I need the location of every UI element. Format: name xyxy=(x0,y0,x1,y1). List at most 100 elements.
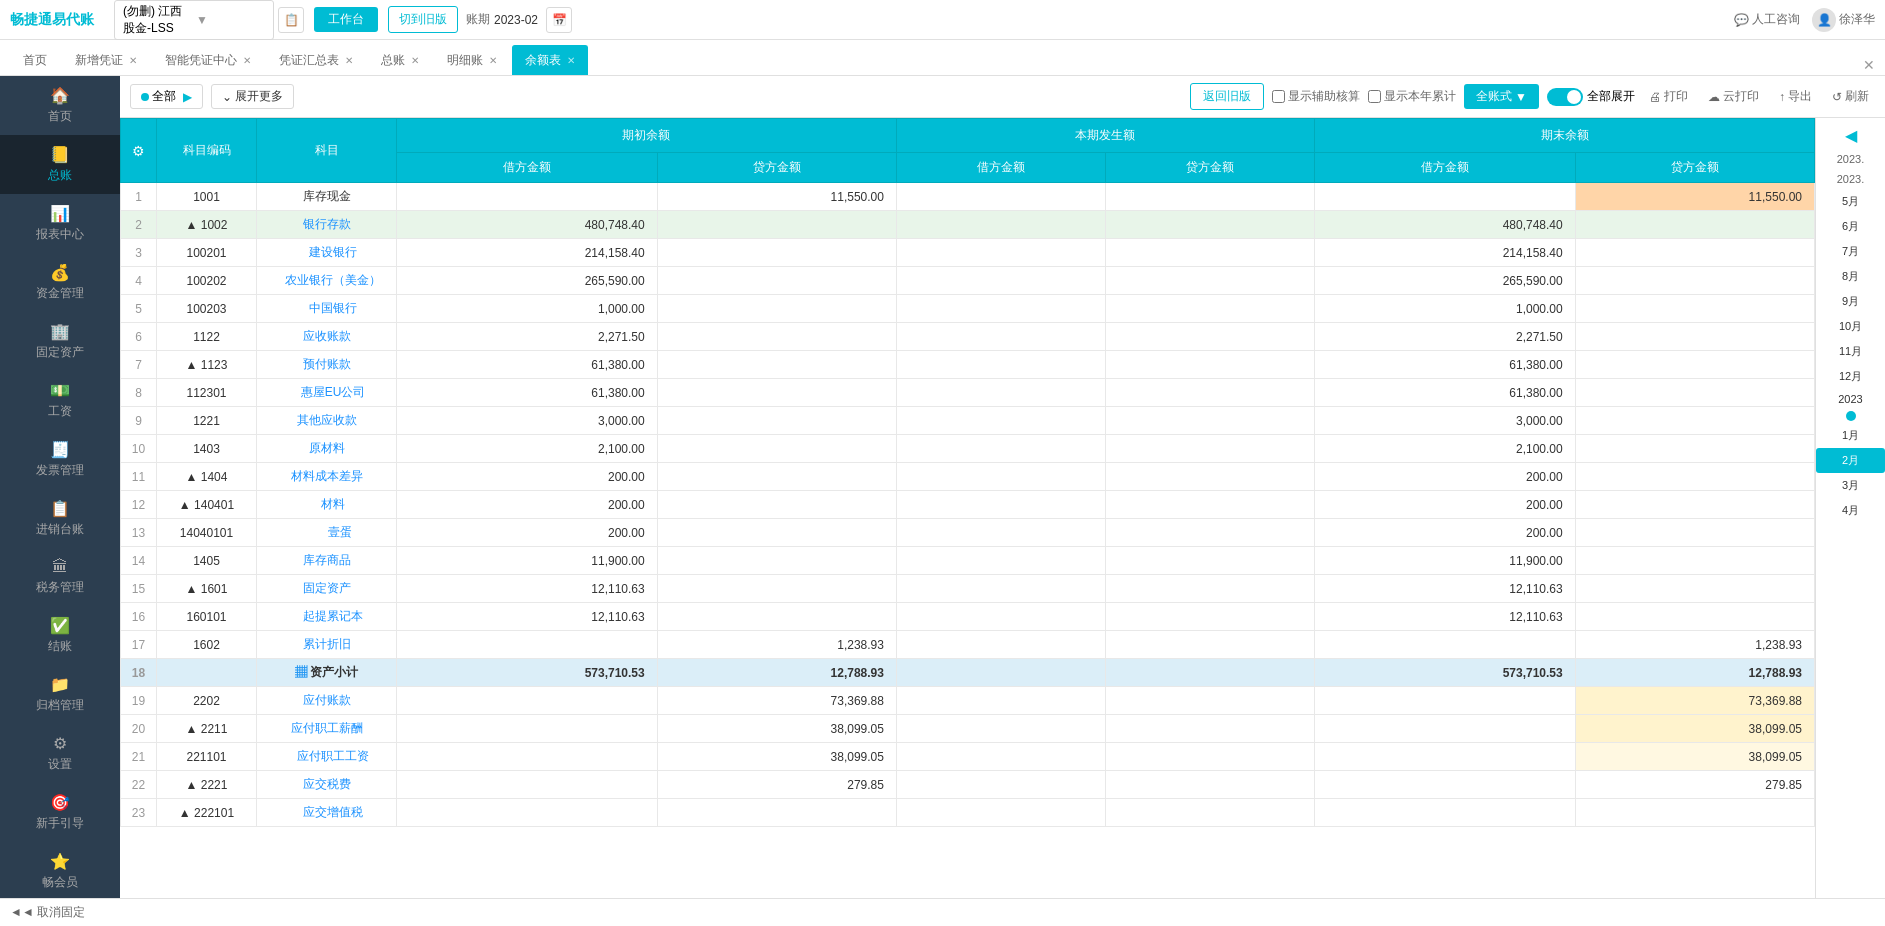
company-icon-btn[interactable]: 📋 xyxy=(278,7,304,33)
print-button[interactable]: 🖨 打印 xyxy=(1643,85,1694,108)
consult-btn[interactable]: 💬 人工咨询 xyxy=(1734,11,1800,28)
user-area[interactable]: 👤 徐泽华 xyxy=(1812,8,1875,32)
end-debit-cell: 200.00 xyxy=(1315,519,1576,547)
account-name[interactable]: 其他应收款 xyxy=(257,407,397,435)
account-name[interactable]: 应收账款 xyxy=(257,323,397,351)
begin-debit-cell: 2,100.00 xyxy=(397,435,658,463)
expand-toggle[interactable]: 全部展开 xyxy=(1547,88,1635,106)
toggle-switch-bg[interactable] xyxy=(1547,88,1583,106)
account-code: ▲ 1404 xyxy=(157,463,257,491)
account-name[interactable]: 壹蛋 xyxy=(257,519,397,547)
table-row: 192202应付账款73,369.8873,369.88 xyxy=(121,687,1815,715)
right-panel-month-2-active[interactable]: 2月 xyxy=(1816,448,1885,473)
company-selector[interactable]: (勿删) 江西股金-LSS ▼ xyxy=(114,0,274,40)
sidebar-item-assets[interactable]: 🏢 固定资产 xyxy=(0,312,120,371)
account-name[interactable]: 应交税费 xyxy=(257,771,397,799)
tab-voucher-summary-close[interactable]: ✕ xyxy=(345,55,353,66)
sidebar-item-member[interactable]: ⭐ 畅会员 xyxy=(0,842,120,898)
tab-new-voucher[interactable]: 新增凭证 ✕ xyxy=(62,45,150,75)
account-name[interactable]: 中国银行 xyxy=(257,295,397,323)
cloud-print-icon: ☁ xyxy=(1708,90,1720,104)
calendar-icon[interactable]: 📅 xyxy=(546,7,572,33)
balance-table-container[interactable]: ⚙ 科目编码 科目 期初余额 本期发生额 期末余额 借方金额 贷方金额 借方金额 xyxy=(120,118,1815,898)
checkbox-aux-input[interactable] xyxy=(1272,90,1285,103)
sidebar-item-settings[interactable]: ⚙ 设置 xyxy=(0,724,120,783)
row-number: 10 xyxy=(121,435,157,463)
account-name[interactable]: 建设银行 xyxy=(257,239,397,267)
account-name[interactable]: 累计折旧 xyxy=(257,631,397,659)
sidebar-item-capital[interactable]: 💰 资金管理 xyxy=(0,253,120,312)
tab-home[interactable]: 首页 xyxy=(10,45,60,75)
checkbox-year-input[interactable] xyxy=(1368,90,1381,103)
tab-balance[interactable]: 余额表 ✕ xyxy=(512,45,588,75)
sidebar-item-ledger[interactable]: 📒 总账 xyxy=(0,135,120,194)
th-current-period: 本期发生额 xyxy=(896,119,1314,153)
right-panel-month-5[interactable]: 5月 xyxy=(1816,189,1885,214)
account-name[interactable]: 惠屋EU公司 xyxy=(257,379,397,407)
tab-detail-close[interactable]: ✕ xyxy=(489,55,497,66)
right-panel-month-8[interactable]: 8月 xyxy=(1816,264,1885,289)
company-dropdown-arrow: ▼ xyxy=(196,13,265,27)
right-panel-expand-arrow[interactable]: ◀ xyxy=(1841,122,1861,149)
sidebar-item-archive[interactable]: 📁 归档管理 xyxy=(0,665,120,724)
close-all-icon[interactable]: ✕ xyxy=(1863,57,1875,73)
export-button[interactable]: ↑ 导出 xyxy=(1773,85,1818,108)
account-name[interactable]: 原材料 xyxy=(257,435,397,463)
tab-smart-voucher[interactable]: 智能凭证中心 ✕ xyxy=(152,45,264,75)
guide-icon: 🎯 xyxy=(50,793,70,812)
refresh-button[interactable]: ↺ 刷新 xyxy=(1826,85,1875,108)
account-name[interactable]: 银行存款 xyxy=(257,211,397,239)
sidebar-item-purchase[interactable]: 📋 进销台账 xyxy=(0,489,120,548)
account-name[interactable]: 库存商品 xyxy=(257,547,397,575)
back-old-version-button[interactable]: 返回旧版 xyxy=(1190,83,1264,110)
sidebar-item-reports[interactable]: 📊 报表中心 xyxy=(0,194,120,253)
switch-version-button[interactable]: 切到旧版 xyxy=(388,6,458,33)
sidebar-item-tax[interactable]: 🏛 税务管理 xyxy=(0,548,120,606)
account-name[interactable]: 应付职工薪酬 xyxy=(257,715,397,743)
account-name[interactable]: 农业银行（美金） xyxy=(257,267,397,295)
expand-button[interactable]: ⌄ 展开更多 xyxy=(211,84,294,109)
sidebar-item-home[interactable]: 🏠 首页 xyxy=(0,76,120,135)
right-panel-month-7[interactable]: 7月 xyxy=(1816,239,1885,264)
right-panel-month-6[interactable]: 6月 xyxy=(1816,214,1885,239)
sidebar-item-closing[interactable]: ✅ 结账 xyxy=(0,606,120,665)
tab-ledger-close[interactable]: ✕ xyxy=(411,55,419,66)
account-name[interactable]: 预付账款 xyxy=(257,351,397,379)
tab-new-voucher-close[interactable]: ✕ xyxy=(129,55,137,66)
sidebar-item-salary[interactable]: 💵 工资 xyxy=(0,371,120,430)
tab-voucher-summary[interactable]: 凭证汇总表 ✕ xyxy=(266,45,366,75)
right-panel-month-4[interactable]: 4月 xyxy=(1816,498,1885,523)
th-gear[interactable]: ⚙ xyxy=(121,119,157,183)
account-name[interactable]: 起提累记本 xyxy=(257,603,397,631)
account-name[interactable]: 应付职工工资 xyxy=(257,743,397,771)
cloud-print-button[interactable]: ☁ 云打印 xyxy=(1702,85,1765,108)
tab-smart-voucher-close[interactable]: ✕ xyxy=(243,55,251,66)
cancel-fixed-label[interactable]: ◄◄ 取消固定 xyxy=(10,904,85,921)
filter-button[interactable]: 全部 ▶ xyxy=(130,84,203,109)
tab-balance-close[interactable]: ✕ xyxy=(567,55,575,66)
right-panel-month-12[interactable]: 12月 xyxy=(1816,364,1885,389)
checkbox-aux[interactable]: 显示辅助核算 xyxy=(1272,88,1360,105)
sidebar-item-invoice[interactable]: 🧾 发票管理 xyxy=(0,430,120,489)
tab-detail[interactable]: 明细账 ✕ xyxy=(434,45,510,75)
right-panel-month-9[interactable]: 9月 xyxy=(1816,289,1885,314)
workbench-button[interactable]: 工作台 xyxy=(314,7,378,32)
row-number: 22 xyxy=(121,771,157,799)
format-button[interactable]: 全账式 ▼ xyxy=(1464,84,1539,109)
tab-ledger[interactable]: 总账 ✕ xyxy=(368,45,432,75)
page-area: 全部 ▶ ⌄ 展开更多 返回旧版 显示辅助核算 显示本年累计 全账式 xyxy=(120,76,1885,898)
cur-credit-cell xyxy=(1105,631,1314,659)
right-panel-dot xyxy=(1846,411,1856,421)
account-name[interactable]: 应交增值税 xyxy=(257,799,397,827)
account-name[interactable]: 固定资产 xyxy=(257,575,397,603)
account-name[interactable]: 应付账款 xyxy=(257,687,397,715)
account-name[interactable]: 材料成本差异 xyxy=(257,463,397,491)
account-name[interactable]: 材料 xyxy=(257,491,397,519)
sidebar-item-guide[interactable]: 🎯 新手引导 xyxy=(0,783,120,842)
right-panel-month-11[interactable]: 11月 xyxy=(1816,339,1885,364)
right-panel-month-3[interactable]: 3月 xyxy=(1816,473,1885,498)
th-begin-balance: 期初余额 xyxy=(397,119,897,153)
right-panel-month-10[interactable]: 10月 xyxy=(1816,314,1885,339)
right-panel-month-1[interactable]: 1月 xyxy=(1816,423,1885,448)
checkbox-year[interactable]: 显示本年累计 xyxy=(1368,88,1456,105)
